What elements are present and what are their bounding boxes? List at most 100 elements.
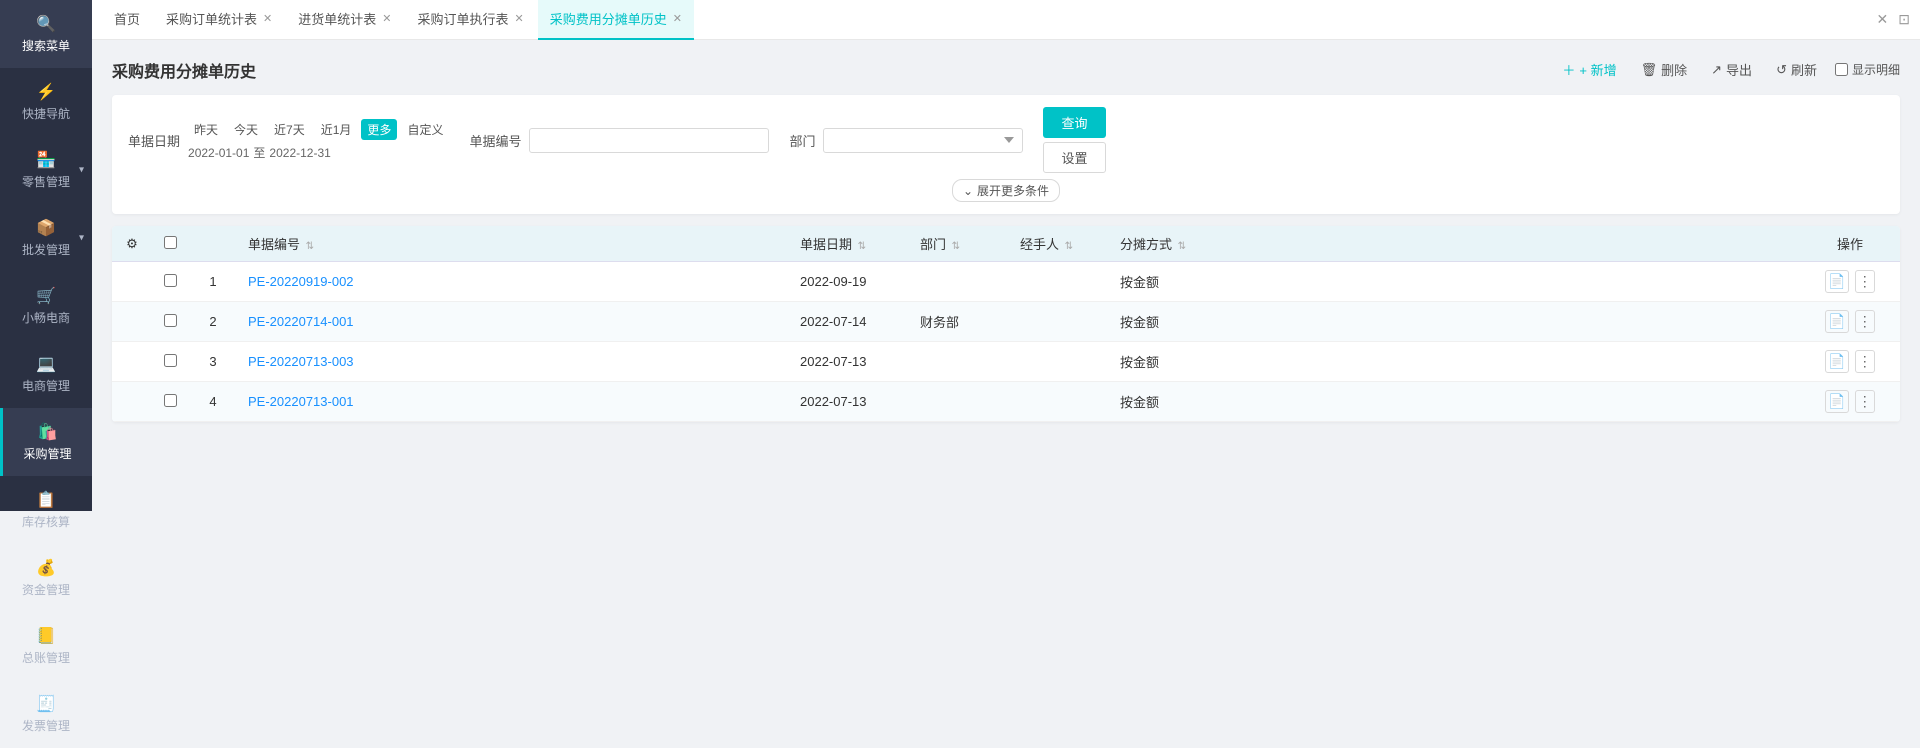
doc-no-input[interactable] [529,128,769,153]
row-checkbox-3[interactable] [164,394,177,407]
finance-icon: 💰 [36,558,56,578]
sidebar-item-search[interactable]: 🔍 搜索菜单 [0,0,92,68]
row-doc-link-0[interactable]: PE-20220919-002 [248,274,354,289]
date-to-value: 2022-12-31 [269,146,330,160]
row-edit-icon-1[interactable]: 📄 [1825,310,1848,333]
row-doc-link-1[interactable]: PE-20220714-001 [248,314,354,329]
row-more-icon-0[interactable]: ⋮ [1855,270,1875,293]
dept-select[interactable]: 财务部 [823,128,1023,153]
row-checkbox-1[interactable] [164,314,177,327]
ecom-icon: 💻 [36,354,56,374]
expand-more-button[interactable]: ⌄ 展开更多条件 [952,179,1060,202]
close-all-icon[interactable]: ✕ [1877,11,1889,28]
inventory-icon: 📋 [36,490,56,510]
search-button[interactable]: 查询 [1043,107,1105,138]
th-date-label: 单据日期 [800,237,852,252]
tab-close-purchase-cost-history[interactable]: ✕ [673,12,682,25]
sidebar-item-finance[interactable]: 💰 资金管理 [0,544,92,612]
row-handler-3 [1010,382,1110,422]
sidebar-item-search-label: 搜索菜单 [22,37,70,54]
th-date[interactable]: 单据日期 ⇅ [790,226,910,262]
delete-button[interactable]: 🗑 删除 [1635,56,1694,83]
row-action-1: 📄 ⋮ [1800,302,1900,342]
row-checkbox-0[interactable] [164,274,177,287]
tab-home[interactable]: 首页 [102,0,152,40]
sidebar-item-ecom[interactable]: 💻 电商管理 [0,340,92,408]
date-range-separator: 至 [253,144,265,161]
sidebar-item-ledger[interactable]: 📒 总账管理 [0,612,92,680]
sidebar-item-invoice[interactable]: 🧾 发票管理 [0,680,92,748]
th-handler-label: 经手人 [1020,237,1059,252]
sidebar-item-shortcut[interactable]: ⚡ 快捷导航 [0,68,92,136]
setting-button[interactable]: 设置 [1043,142,1105,173]
th-dept[interactable]: 部门 ⇅ [910,226,1010,262]
date-btn-today[interactable]: 今天 [228,119,264,140]
tab-purchase-goods-stats[interactable]: 进货单统计表 ✕ [286,0,403,40]
sidebar-item-retail-label: 零售管理 [22,173,70,190]
show-columns-checkbox[interactable]: 显示明细 [1835,61,1900,78]
row-action-2: 📄 ⋮ [1800,342,1900,382]
show-columns-input[interactable] [1835,63,1848,76]
row-checkbox-2[interactable] [164,354,177,367]
th-dept-label: 部门 [920,237,946,252]
tab-close-purchase-order-exec[interactable]: ✕ [515,12,524,25]
sidebar-item-wholesale[interactable]: 📦 批发管理 ▾ [0,204,92,272]
date-btn-yesterday[interactable]: 昨天 [188,119,224,140]
tab-close-purchase-goods-stats[interactable]: ✕ [382,12,391,25]
tab-purchase-order-stats[interactable]: 采购订单统计表 ✕ [154,0,284,40]
sidebar-item-retail[interactable]: 🏪 零售管理 ▾ [0,136,92,204]
maximize-icon[interactable]: ⊡ [1898,11,1910,28]
row-edit-icon-2[interactable]: 📄 [1825,350,1848,373]
date-btn-more[interactable]: 更多 [361,119,397,140]
search-actions: 查询 设置 [1043,107,1105,173]
row-edit-icon-0[interactable]: 📄 [1825,270,1848,293]
add-button[interactable]: ＋ + 新增 [1556,56,1622,83]
sidebar-item-ecom-small[interactable]: 🛒 小畅电商 [0,272,92,340]
row-doc-link-2[interactable]: PE-20220713-003 [248,354,354,369]
row-date-0: 2022-09-19 [790,262,910,302]
th-action: 操作 [1800,226,1900,262]
tab-bar-actions: ✕ ⊡ [1877,11,1910,28]
th-split-method[interactable]: 分摊方式 ⇅ [1110,226,1800,262]
table-header-row: ⚙ 单据编号 ⇅ 单据日期 ⇅ [112,226,1900,262]
row-more-icon-3[interactable]: ⋮ [1855,390,1875,413]
expand-more-label: 展开更多条件 [977,182,1049,199]
date-field-group: 昨天 今天 近7天 近1月 更多 自定义 2022-01-01 至 2022-1… [188,119,449,161]
select-all-checkbox[interactable] [164,236,177,249]
export-button[interactable]: ↗ 导出 [1705,56,1758,83]
date-btn-custom[interactable]: 自定义 [401,119,449,140]
wholesale-icon: 📦 [36,218,56,238]
row-dept-1: 财务部 [910,302,1010,342]
sort-handler-icon: ⇅ [1065,241,1073,252]
tab-purchase-cost-history[interactable]: 采购费用分摊单历史 ✕ [538,0,694,40]
delete-icon: 🗑 [1641,62,1658,78]
row-settings-0 [112,262,152,302]
row-split-0: 按金额 [1110,262,1800,302]
row-more-icon-2[interactable]: ⋮ [1855,350,1875,373]
tab-close-purchase-order-stats[interactable]: ✕ [263,12,272,25]
tab-purchase-order-exec[interactable]: 采购订单执行表 ✕ [405,0,535,40]
doc-no-search-field: 单据编号 [469,128,769,153]
export-icon: ↗ [1711,62,1722,78]
th-doc-no[interactable]: 单据编号 ⇅ [238,226,790,262]
add-icon: ＋ [1562,60,1575,79]
row-action-3: 📄 ⋮ [1800,382,1900,422]
sidebar-item-inventory[interactable]: 📋 库存核算 [0,476,92,544]
date-btn-1month[interactable]: 近1月 [315,119,358,140]
search-icon: 🔍 [36,14,56,34]
table-row: 1 PE-20220919-002 2022-09-19 按金额 📄 ⋮ [112,262,1900,302]
th-settings[interactable]: ⚙ [112,226,152,262]
sidebar-item-purchase[interactable]: 🛍️ 采购管理 [0,408,92,476]
row-handler-2 [1010,342,1110,382]
row-settings-1 [112,302,152,342]
row-doc-no-3: PE-20220713-001 [238,382,790,422]
row-edit-icon-3[interactable]: 📄 [1825,390,1848,413]
date-range-btns: 昨天 今天 近7天 近1月 更多 自定义 [188,119,449,140]
row-doc-link-3[interactable]: PE-20220713-001 [248,394,354,409]
refresh-button[interactable]: ↺ 刷新 [1770,56,1823,83]
table-row: 4 PE-20220713-001 2022-07-13 按金额 📄 ⋮ [112,382,1900,422]
th-handler[interactable]: 经手人 ⇅ [1010,226,1110,262]
date-btn-7days[interactable]: 近7天 [268,119,311,140]
row-more-icon-1[interactable]: ⋮ [1855,310,1875,333]
date-label: 单据日期 [128,131,180,150]
